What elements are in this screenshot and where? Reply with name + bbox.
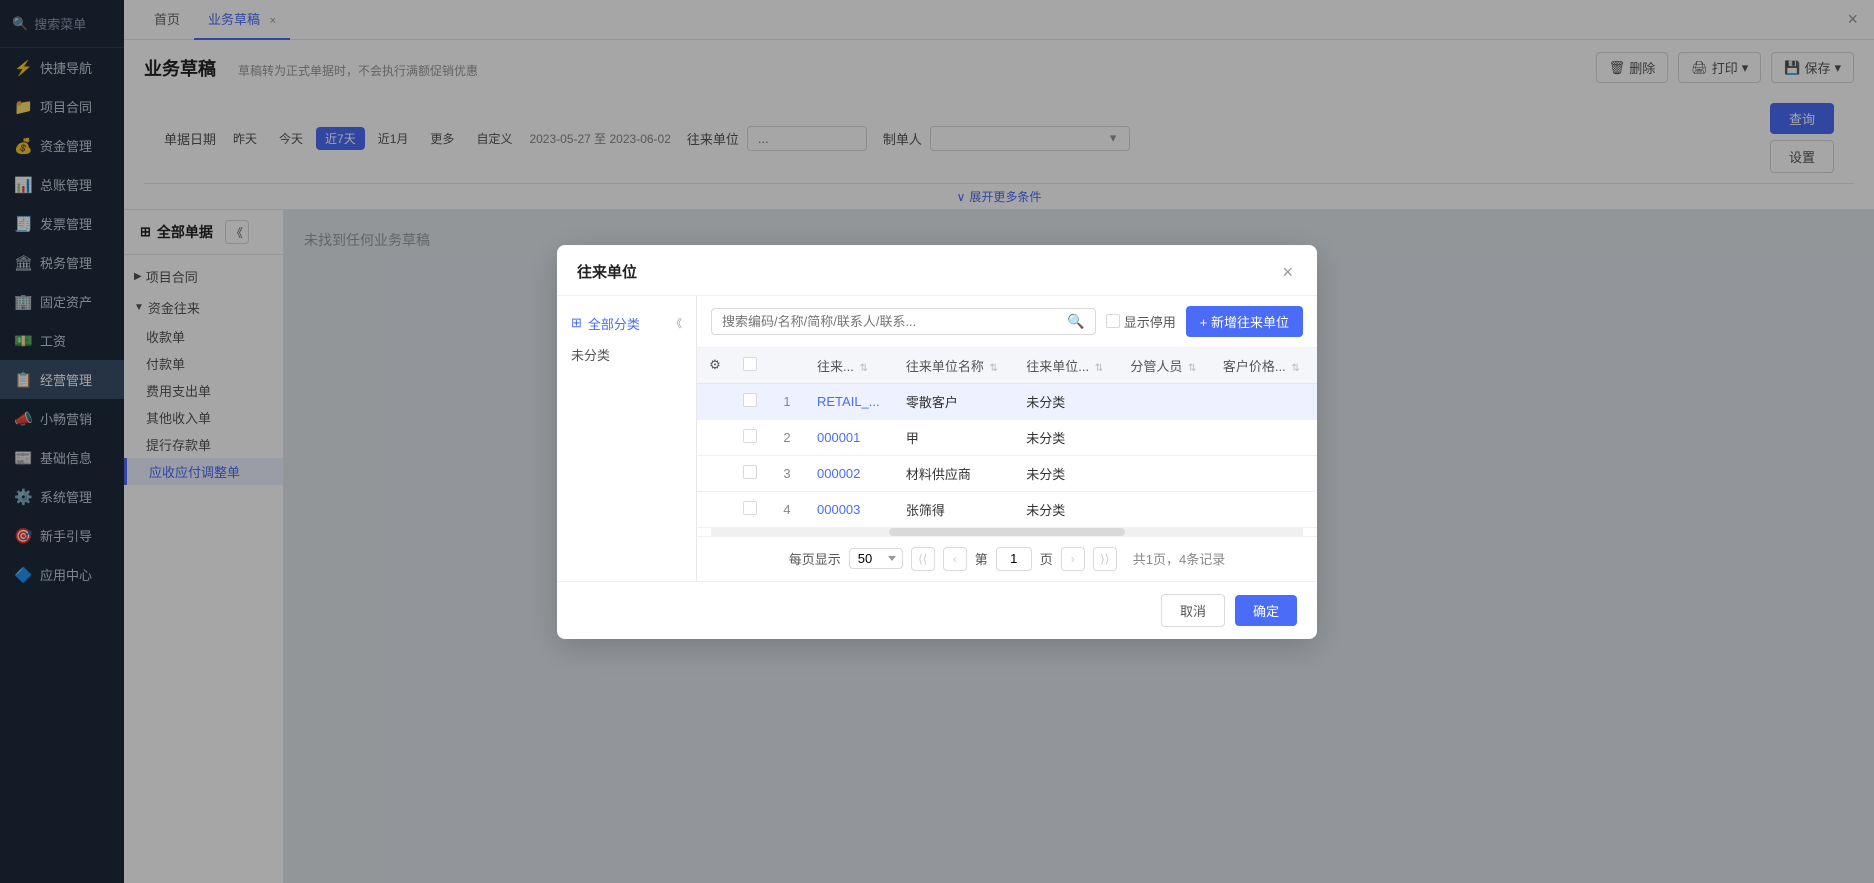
row-code: 000003: [807, 491, 896, 527]
horizontal-scrollbar[interactable]: [711, 528, 1303, 536]
row-settings-cell: [697, 491, 733, 527]
row-salesperson: [1120, 455, 1212, 491]
row-checkbox[interactable]: [743, 393, 757, 407]
row-num: 1: [767, 383, 807, 419]
row-code: 000001: [807, 419, 896, 455]
search-box[interactable]: 🔍: [711, 308, 1096, 335]
row-name: 甲: [896, 419, 1016, 455]
total-text: 共1页，4条记录: [1133, 549, 1225, 568]
dialog-close-button[interactable]: ×: [1278, 261, 1297, 283]
th-salesperson: 分管人员 ⇅: [1120, 348, 1212, 384]
dialog-header: 往来单位 ×: [557, 245, 1317, 296]
th-code: 往来... ⇅: [807, 348, 896, 384]
dialog-footer: 取消 确定: [557, 581, 1317, 639]
table-row[interactable]: 4 000003 张筛得 未分类: [697, 491, 1317, 527]
next-page-btn[interactable]: ›: [1061, 547, 1085, 571]
pagination: 每页显示 50 10 20 100 ⟨⟨ ‹ 第 页 › ⟩⟩ 共1页，4条记录: [697, 536, 1317, 581]
row-name: 张筛得: [896, 491, 1016, 527]
data-table: ⚙ 往来... ⇅: [697, 348, 1317, 528]
th-name: 往来单位名称 ⇅: [896, 348, 1016, 384]
row-salesperson: [1120, 491, 1212, 527]
row-category: 未分类: [1016, 419, 1120, 455]
th-checkbox: [733, 348, 767, 384]
page-label: 页: [1040, 549, 1053, 568]
partner-dialog: 往来单位 × ⊞ 全部分类 《 未分类: [557, 245, 1317, 639]
table-row[interactable]: 3 000002 材料供应商 未分类: [697, 455, 1317, 491]
dialog-title: 往来单位: [577, 261, 637, 282]
row-name: 材料供应商: [896, 455, 1016, 491]
settings-icon[interactable]: ⚙: [709, 357, 721, 372]
sort-icon-name: ⇅: [989, 363, 997, 374]
search-icon: 🔍: [1067, 313, 1084, 330]
th-price-level: 客户价格... ⇅: [1213, 348, 1317, 384]
add-partner-button[interactable]: + 新增往来单位: [1186, 306, 1303, 337]
row-checkbox[interactable]: [743, 501, 757, 515]
page-number-input[interactable]: [996, 547, 1032, 571]
row-salesperson: [1120, 383, 1212, 419]
category-panel: ⊞ 全部分类 《 未分类: [557, 296, 697, 581]
row-category: 未分类: [1016, 455, 1120, 491]
dialog-body: ⊞ 全部分类 《 未分类 🔍 显示停用: [557, 296, 1317, 581]
show-disabled-checkbox[interactable]: [1106, 314, 1120, 328]
page-word: 第: [975, 549, 988, 568]
table-row[interactable]: 1 RETAIL_... 零散客户 未分类: [697, 383, 1317, 419]
content-panel: 🔍 显示停用 + 新增往来单位 ⚙: [697, 296, 1317, 581]
row-name: 零散客户: [896, 383, 1016, 419]
partner-search-input[interactable]: [722, 314, 1061, 329]
row-num: 2: [767, 419, 807, 455]
row-num: 3: [767, 455, 807, 491]
row-check-cell[interactable]: [733, 491, 767, 527]
sort-icon-salesperson: ⇅: [1188, 363, 1196, 374]
first-page-btn[interactable]: ⟨⟨: [911, 547, 935, 571]
row-category: 未分类: [1016, 491, 1120, 527]
prev-page-btn[interactable]: ‹: [943, 547, 967, 571]
category-item-unclassified[interactable]: 未分类: [557, 339, 696, 370]
row-check-cell[interactable]: [733, 383, 767, 419]
th-category: 往来单位... ⇅: [1016, 348, 1120, 384]
row-checkbox[interactable]: [743, 429, 757, 443]
cancel-button[interactable]: 取消: [1161, 594, 1225, 627]
sort-icon-category: ⇅: [1095, 363, 1103, 374]
row-category: 未分类: [1016, 383, 1120, 419]
content-toolbar: 🔍 显示停用 + 新增往来单位: [697, 296, 1317, 348]
row-check-cell[interactable]: [733, 455, 767, 491]
table-row[interactable]: 2 000001 甲 未分类: [697, 419, 1317, 455]
table-header-row: ⚙ 往来... ⇅: [697, 348, 1317, 384]
th-num: [767, 348, 807, 384]
row-settings-cell: [697, 383, 733, 419]
sort-icon-price: ⇅: [1291, 363, 1299, 374]
grid-small-icon: ⊞: [571, 315, 582, 331]
row-price-level: [1213, 383, 1317, 419]
row-checkbox[interactable]: [743, 465, 757, 479]
row-price-level: [1213, 491, 1317, 527]
confirm-button[interactable]: 确定: [1235, 595, 1297, 626]
category-collapse-icon[interactable]: 《: [671, 315, 682, 331]
category-header[interactable]: ⊞ 全部分类 《: [557, 308, 696, 339]
dialog-overlay: 往来单位 × ⊞ 全部分类 《 未分类: [0, 0, 1874, 883]
row-code: RETAIL_...: [807, 383, 896, 419]
row-settings-cell: [697, 455, 733, 491]
th-settings: ⚙: [697, 348, 733, 384]
row-code: 000002: [807, 455, 896, 491]
row-settings-cell: [697, 419, 733, 455]
row-salesperson: [1120, 419, 1212, 455]
scrollbar-thumb[interactable]: [889, 528, 1126, 536]
select-all-checkbox[interactable]: [743, 357, 757, 371]
row-check-cell[interactable]: [733, 419, 767, 455]
page-size-select[interactable]: 50 10 20 100: [849, 548, 903, 569]
show-disabled-label[interactable]: 显示停用: [1106, 312, 1176, 331]
partner-table: ⚙ 往来... ⇅: [697, 348, 1317, 528]
row-num: 4: [767, 491, 807, 527]
row-price-level: [1213, 455, 1317, 491]
page-size-label: 每页显示: [789, 549, 841, 568]
sort-icon-code: ⇅: [859, 363, 867, 374]
last-page-btn[interactable]: ⟩⟩: [1093, 547, 1117, 571]
row-price-level: [1213, 419, 1317, 455]
